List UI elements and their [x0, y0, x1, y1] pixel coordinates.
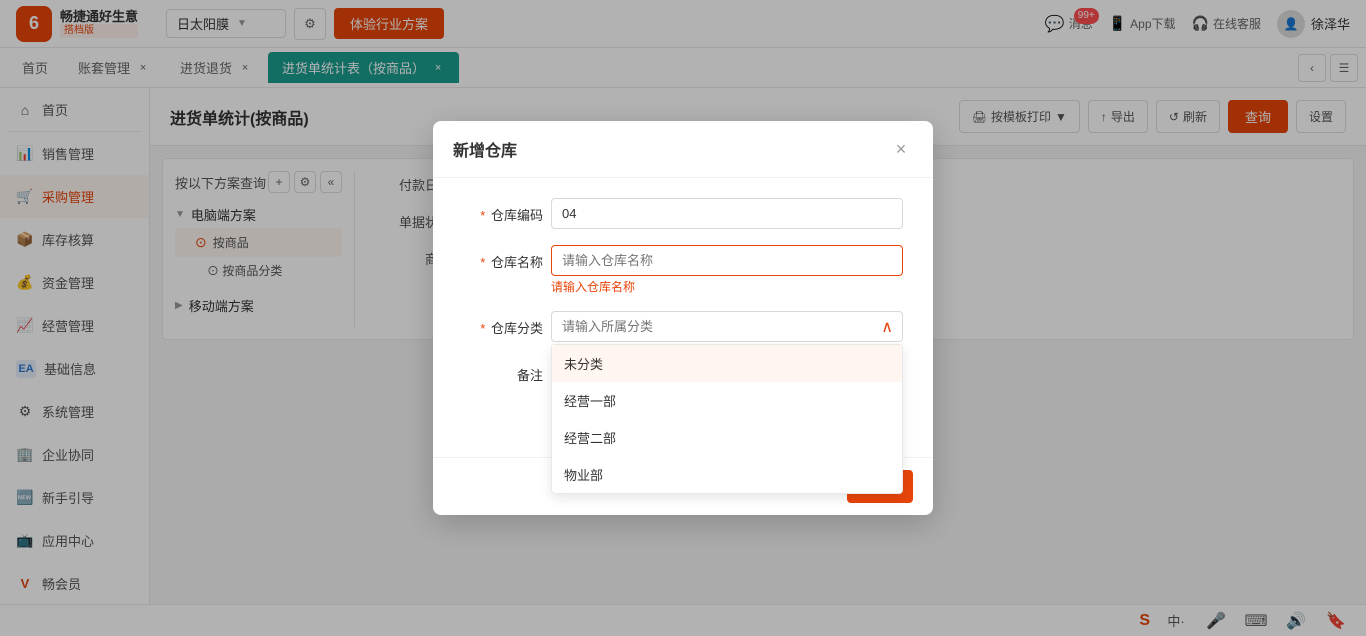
code-input[interactable]	[551, 198, 903, 229]
modal-body: * 仓库编码 * 仓库名称 请输入仓库名称	[433, 178, 933, 457]
name-input[interactable]	[551, 245, 903, 276]
cat-required: *	[480, 321, 485, 336]
code-field-row: * 仓库编码	[463, 198, 903, 229]
modal-overlay: 新增仓库 × * 仓库编码 * 仓库名称	[0, 0, 1366, 636]
name-control: 请输入仓库名称	[551, 245, 903, 295]
modal-title: 新增仓库	[453, 137, 517, 161]
name-required: *	[480, 255, 485, 270]
code-label: * 仓库编码	[463, 198, 543, 224]
category-dropdown: 未分类 经营一部 经营二部 物业部	[551, 344, 903, 494]
modal-warehouse: 新增仓库 × * 仓库编码 * 仓库名称	[433, 121, 933, 515]
code-required: *	[480, 208, 485, 223]
modal-close-button[interactable]: ×	[889, 137, 913, 161]
code-control	[551, 198, 903, 229]
category-label: * 仓库分类	[463, 311, 543, 337]
category-field-row: * 仓库分类 ∧ 未分类 经营一部 经营二部 物业部	[463, 311, 903, 342]
name-label: * 仓库名称	[463, 245, 543, 271]
category-control: ∧ 未分类 经营一部 经营二部 物业部	[551, 311, 903, 342]
remark-label: 备注	[463, 358, 543, 384]
dropdown-item-dept1[interactable]: 经营一部	[552, 382, 902, 419]
category-dropdown-arrow[interactable]: ∧	[881, 317, 893, 337]
dropdown-item-property[interactable]: 物业部	[552, 456, 902, 493]
category-input[interactable]	[551, 311, 903, 342]
modal-header: 新增仓库 ×	[433, 121, 933, 178]
name-field-row: * 仓库名称 请输入仓库名称	[463, 245, 903, 295]
name-error-msg: 请输入仓库名称	[551, 278, 903, 295]
dropdown-item-none[interactable]: 未分类	[552, 345, 902, 382]
dropdown-item-dept2[interactable]: 经营二部	[552, 419, 902, 456]
